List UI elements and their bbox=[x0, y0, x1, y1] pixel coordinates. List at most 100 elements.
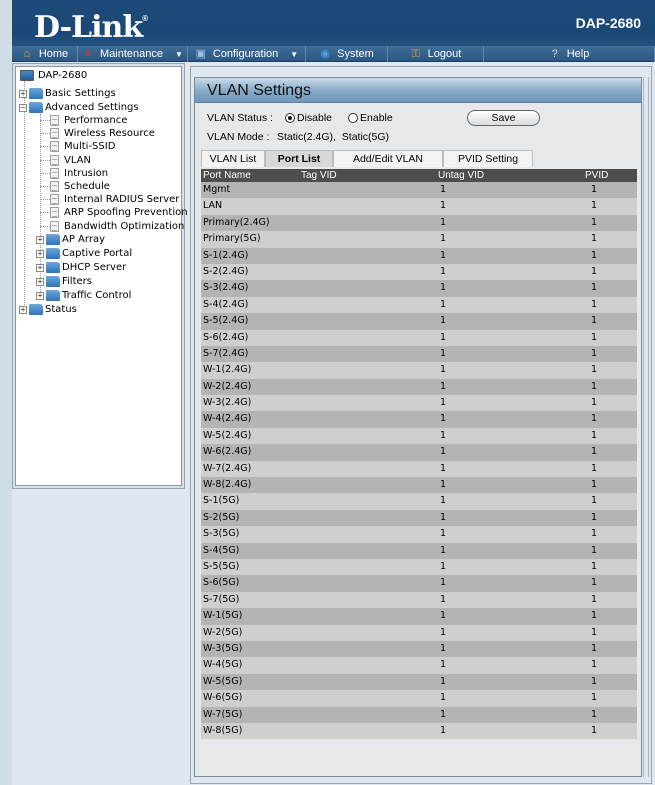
untag-vid-cell: 1 bbox=[440, 380, 447, 392]
key-icon: ⚿ bbox=[411, 48, 420, 60]
tree-item-ap-array[interactable]: + AP Array bbox=[36, 233, 105, 246]
tab-port-list[interactable]: Port List bbox=[265, 150, 333, 167]
port-name-cell: W-6(2.4G) bbox=[203, 446, 252, 458]
port-name-cell: S-6(2.4G) bbox=[203, 331, 249, 343]
untag-vid-cell: 1 bbox=[440, 528, 447, 540]
enable-radio-option[interactable]: Enable bbox=[348, 112, 393, 124]
tree-label[interactable]: Intrusion bbox=[64, 167, 108, 180]
tree-label[interactable]: DAP-2680 bbox=[38, 69, 87, 82]
brand-name: D-Link bbox=[34, 10, 143, 45]
collapse-icon[interactable]: − bbox=[19, 103, 27, 112]
tree-label[interactable]: Schedule bbox=[64, 180, 110, 193]
pvid-cell: 1 bbox=[591, 610, 598, 622]
tree-label[interactable]: Internal RADIUS Server bbox=[64, 193, 179, 206]
tree-item-performance[interactable]: Performance bbox=[50, 114, 127, 127]
expand-icon[interactable]: + bbox=[19, 89, 27, 98]
tree-item-captive-portal[interactable]: + Captive Portal bbox=[36, 247, 132, 260]
tree-item-traffic-control[interactable]: + Traffic Control bbox=[36, 289, 131, 302]
tree-item-vlan[interactable]: VLAN bbox=[50, 154, 91, 167]
table-row: S-4(2.4G) 1 1 bbox=[201, 296, 637, 314]
disable-radio[interactable] bbox=[285, 113, 295, 123]
tree-label[interactable]: Performance bbox=[64, 114, 127, 127]
tag-vid-cell bbox=[301, 657, 436, 673]
tree-item-internal-radius-server[interactable]: Internal RADIUS Server bbox=[50, 193, 179, 206]
header-tag-vid: Tag VID bbox=[301, 170, 337, 181]
tree-label[interactable]: Filters bbox=[62, 275, 92, 288]
tree-item-advanced-settings[interactable]: − Advanced Settings bbox=[19, 101, 139, 114]
vlan-tabs: VLAN List Port List Add/Edit VLAN PVID Sett… bbox=[201, 150, 533, 167]
tag-vid-cell bbox=[301, 231, 436, 247]
untag-vid-cell: 1 bbox=[440, 708, 447, 720]
tag-vid-cell bbox=[301, 444, 436, 460]
expand-icon[interactable]: + bbox=[36, 277, 44, 286]
table-row: S-6(2.4G) 1 1 bbox=[201, 329, 637, 346]
untag-vid-cell: 1 bbox=[440, 200, 447, 212]
tree-label[interactable]: Basic Settings bbox=[45, 87, 116, 100]
tag-vid-cell bbox=[301, 330, 436, 346]
tree-label[interactable]: DHCP Server bbox=[62, 261, 126, 274]
tree-item-multi-ssid[interactable]: Multi-SSID bbox=[50, 140, 115, 153]
tag-vid-cell bbox=[301, 297, 436, 313]
table-row: W-8(5G) 1 1 bbox=[201, 722, 637, 740]
tree-label[interactable]: Traffic Control bbox=[62, 289, 131, 302]
expand-icon[interactable]: + bbox=[36, 235, 44, 244]
expand-icon[interactable]: + bbox=[19, 305, 27, 314]
table-row: S-4(5G) 1 1 bbox=[201, 542, 637, 559]
tag-vid-cell bbox=[301, 608, 436, 624]
port-name-cell: Primary(5G) bbox=[203, 233, 261, 245]
save-button[interactable]: Save bbox=[467, 110, 540, 126]
tag-vid-cell bbox=[301, 215, 436, 231]
tree-item-bandwidth-optimization[interactable]: Bandwidth Optimization bbox=[50, 220, 184, 233]
page-icon bbox=[50, 128, 59, 140]
nav-configuration[interactable]: ▣ Configuration ▼ bbox=[188, 46, 306, 62]
enable-radio[interactable] bbox=[348, 113, 359, 123]
tree-label[interactable]: Multi-SSID bbox=[64, 140, 115, 153]
nav-help[interactable]: ? Help bbox=[484, 46, 655, 62]
device-icon bbox=[20, 70, 34, 81]
tree-label[interactable]: Captive Portal bbox=[62, 247, 132, 260]
table-row: S-6(5G) 1 1 bbox=[201, 575, 637, 592]
scrollbar[interactable] bbox=[643, 77, 649, 777]
tree-label[interactable]: Wireless Resource bbox=[64, 127, 155, 140]
expand-icon[interactable]: + bbox=[36, 249, 44, 258]
tree-label[interactable]: VLAN bbox=[64, 154, 91, 167]
untag-vid-cell: 1 bbox=[440, 479, 447, 491]
untag-vid-cell: 1 bbox=[440, 265, 447, 277]
tree-item-status[interactable]: + Status bbox=[19, 303, 77, 316]
tools-icon: ✕ bbox=[83, 48, 93, 60]
untag-vid-cell: 1 bbox=[440, 184, 447, 195]
pvid-cell: 1 bbox=[591, 265, 598, 277]
untag-vid-cell: 1 bbox=[440, 659, 447, 671]
tree-label[interactable]: Advanced Settings bbox=[45, 101, 139, 114]
disable-radio-option[interactable]: Disable bbox=[285, 112, 332, 124]
untag-vid-cell: 1 bbox=[440, 610, 447, 622]
untag-vid-cell: 1 bbox=[440, 446, 447, 458]
tree-item-wireless-resource[interactable]: Wireless Resource bbox=[50, 127, 155, 140]
tree-label[interactable]: Bandwidth Optimization bbox=[64, 220, 184, 233]
tree-label[interactable]: ARP Spoofing Prevention bbox=[64, 206, 188, 219]
tree-label[interactable]: AP Array bbox=[62, 233, 105, 246]
expand-icon[interactable]: + bbox=[36, 291, 44, 300]
tab-vlan-list[interactable]: VLAN List bbox=[201, 150, 265, 167]
tree-item-schedule[interactable]: Schedule bbox=[50, 180, 110, 193]
pvid-cell: 1 bbox=[591, 298, 598, 310]
tab-pvid-setting[interactable]: PVID Setting bbox=[443, 150, 533, 167]
port-name-cell: W-8(2.4G) bbox=[203, 479, 252, 491]
nav-home[interactable]: ⌂ Home bbox=[12, 46, 78, 62]
nav-logout[interactable]: ⚿ Logout bbox=[388, 46, 484, 62]
tree-item-root[interactable]: DAP-2680 bbox=[20, 69, 87, 82]
tree-item-basic-settings[interactable]: + Basic Settings bbox=[19, 87, 116, 100]
nav-maintenance[interactable]: ✕ Maintenance ▼ bbox=[78, 46, 188, 62]
tree-item-arp-spoofing-prevention[interactable]: ARP Spoofing Prevention bbox=[50, 206, 188, 219]
tree-label[interactable]: Status bbox=[45, 303, 77, 316]
nav-system[interactable]: ◉ System bbox=[306, 46, 388, 62]
table-row: W-1(5G) 1 1 bbox=[201, 608, 637, 625]
tab-add-edit-vlan[interactable]: Add/Edit VLAN bbox=[333, 150, 443, 167]
tag-vid-cell bbox=[301, 198, 436, 214]
tree-item-dhcp-server[interactable]: + DHCP Server bbox=[36, 261, 126, 274]
tag-vid-cell bbox=[301, 674, 436, 690]
help-icon: ? bbox=[551, 48, 558, 60]
tree-item-filters[interactable]: + Filters bbox=[36, 275, 92, 288]
tree-item-intrusion[interactable]: Intrusion bbox=[50, 167, 108, 180]
expand-icon[interactable]: + bbox=[36, 263, 44, 272]
